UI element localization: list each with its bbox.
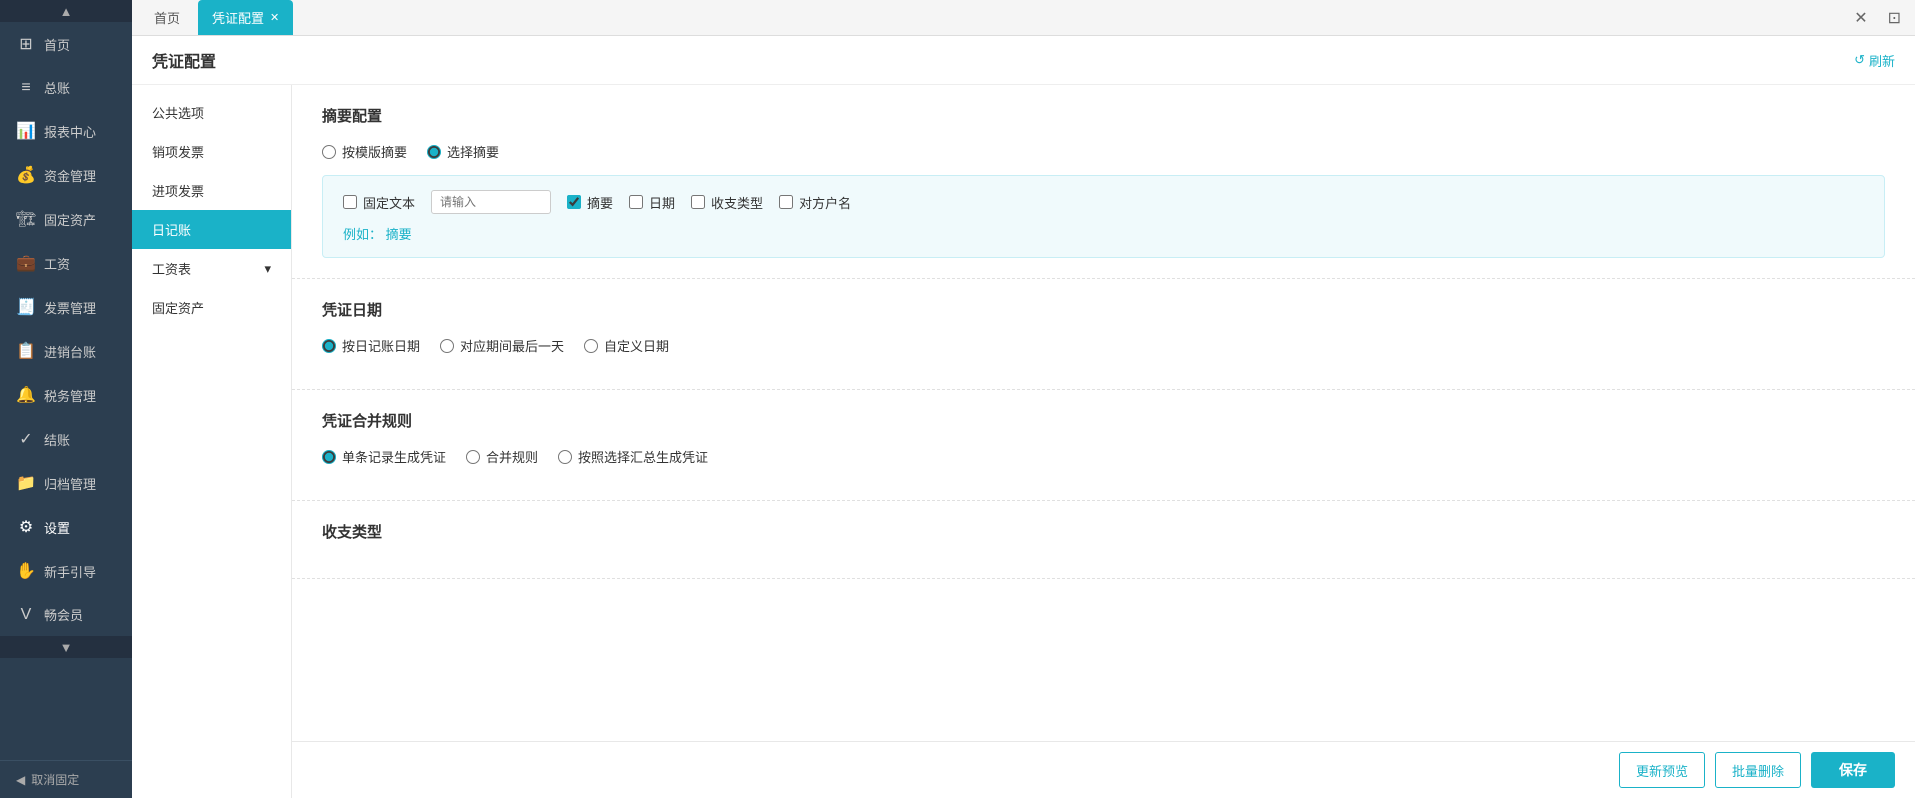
section-merge-rule: 凭证合并规则 单条记录生成凭证 合并规则 按照选择汇总生成凭证	[292, 390, 1915, 501]
left-nav-fixed-assets[interactable]: 固定资产	[132, 288, 291, 327]
section-income-expense: 收支类型	[292, 501, 1915, 579]
checkbox-counterpart-input[interactable]	[779, 195, 793, 209]
checkbox-counterpart[interactable]: 对方户名	[779, 193, 851, 212]
page-header: 凭证配置 ↺ 刷新	[132, 36, 1915, 85]
reports-icon: 📊	[16, 121, 36, 141]
sidebar-item-home[interactable]: ⊞ 首页	[0, 22, 132, 66]
settings-icon: ⚙	[16, 517, 36, 537]
sidebar-scroll-up[interactable]: ▲	[0, 0, 132, 22]
abstract-example: 例如： 摘要	[343, 224, 1864, 243]
checkbox-abstract-input[interactable]	[567, 195, 581, 209]
abstract-box: 固定文本 摘要 日期 收支类型	[322, 175, 1885, 258]
radio-by-diary-date-input[interactable]	[322, 339, 336, 353]
fixed-text-input[interactable]	[431, 190, 551, 214]
sidebar-item-salary[interactable]: 💼 工资	[0, 241, 132, 285]
window-restore-button[interactable]: ⊡	[1882, 6, 1907, 30]
home-icon: ⊞	[16, 34, 36, 54]
sidebar-item-archive[interactable]: 📁 归档管理	[0, 461, 132, 505]
radio-by-diary-date[interactable]: 按日记账日期	[322, 336, 420, 355]
funds-icon: 💰	[16, 165, 36, 185]
tax-icon: 🔔	[16, 385, 36, 405]
abstract-fields-row: 固定文本 摘要 日期 收支类型	[343, 190, 1864, 214]
invoice-icon: 🧾	[16, 297, 36, 317]
left-nav-sales-invoice[interactable]: 销项发票	[132, 132, 291, 171]
checkbox-fixed-text[interactable]: 固定文本	[343, 193, 415, 212]
main-area: 首页 凭证配置 ✕ ✕ ⊡ 凭证配置 ↺ 刷新 公共选项 销项发票 进	[132, 0, 1915, 798]
sidebar-item-assets[interactable]: 🏗 固定资产	[0, 197, 132, 241]
voucher-date-title: 凭证日期	[322, 299, 1885, 320]
left-nav: 公共选项 销项发票 进项发票 日记账 工资表 ▾ 固定资产	[132, 85, 292, 798]
radio-custom-date[interactable]: 自定义日期	[584, 336, 669, 355]
checkbox-income-type-input[interactable]	[691, 195, 705, 209]
radio-select[interactable]: 选择摘要	[427, 142, 499, 161]
sidebar-item-settings[interactable]: ⚙ 设置	[0, 505, 132, 549]
merge-rule-options: 单条记录生成凭证 合并规则 按照选择汇总生成凭证	[322, 447, 1885, 466]
archive-icon: 📁	[16, 473, 36, 493]
checkbox-fixed-text-input[interactable]	[343, 195, 357, 209]
left-nav-public[interactable]: 公共选项	[132, 93, 291, 132]
section-voucher-date: 凭证日期 按日记账日期 对应期间最后一天 自定义日期	[292, 279, 1915, 390]
left-nav-payroll[interactable]: 工资表 ▾	[132, 249, 291, 288]
tab-voucher-config[interactable]: 凭证配置 ✕	[198, 0, 293, 35]
section-abstract: 摘要配置 按模版摘要 选择摘要 固定文本	[292, 85, 1915, 279]
radio-template-input[interactable]	[322, 145, 336, 159]
radio-period-last-day-input[interactable]	[440, 339, 454, 353]
sidebar-item-closing[interactable]: ✓ 结账	[0, 417, 132, 461]
voucher-date-options: 按日记账日期 对应期间最后一天 自定义日期	[322, 336, 1885, 355]
sidebar-item-tax[interactable]: 🔔 税务管理	[0, 373, 132, 417]
ledger-icon: ≡	[16, 79, 36, 97]
sidebar-item-invoice[interactable]: 🧾 发票管理	[0, 285, 132, 329]
abstract-mode-row: 按模版摘要 选择摘要	[322, 142, 1885, 161]
radio-merge-rule[interactable]: 合并规则	[466, 447, 538, 466]
radio-select-input[interactable]	[427, 145, 441, 159]
checkbox-income-type[interactable]: 收支类型	[691, 193, 763, 212]
sidebar-item-ledger[interactable]: ≡ 总账	[0, 66, 132, 109]
pin-icon: ◀	[16, 773, 25, 787]
sidebar: ▲ ⊞ 首页 ≡ 总账 📊 报表中心 💰 资金管理 🏗 固定资产 💼 工资 🧾 …	[0, 0, 132, 798]
left-nav-purchase-invoice[interactable]: 进项发票	[132, 171, 291, 210]
checkbox-abstract[interactable]: 摘要	[567, 193, 613, 212]
radio-merge-rule-input[interactable]	[466, 450, 480, 464]
abstract-title: 摘要配置	[322, 105, 1885, 126]
radio-aggregate[interactable]: 按照选择汇总生成凭证	[558, 447, 708, 466]
radio-period-last-day[interactable]: 对应期间最后一天	[440, 336, 564, 355]
window-close-button[interactable]: ✕	[1848, 6, 1873, 30]
vip-icon: V	[16, 606, 36, 624]
income-expense-title: 收支类型	[322, 521, 1885, 542]
save-button[interactable]: 保存	[1811, 752, 1895, 788]
content-layout: 公共选项 销项发票 进项发票 日记账 工资表 ▾ 固定资产 摘要配置	[132, 85, 1915, 798]
refresh-icon: ↺	[1854, 52, 1865, 68]
right-content: 摘要配置 按模版摘要 选择摘要 固定文本	[292, 85, 1915, 798]
guide-icon: ✋	[16, 561, 36, 581]
merge-rule-title: 凭证合并规则	[322, 410, 1885, 431]
tab-bar: 首页 凭证配置 ✕ ✕ ⊡	[132, 0, 1915, 36]
closing-icon: ✓	[16, 429, 36, 449]
radio-aggregate-input[interactable]	[558, 450, 572, 464]
radio-custom-date-input[interactable]	[584, 339, 598, 353]
sidebar-item-guide[interactable]: ✋ 新手引导	[0, 549, 132, 593]
bottom-bar: 更新预览 批量删除 保存	[292, 741, 1915, 798]
refresh-button[interactable]: ↺ 刷新	[1854, 51, 1895, 70]
sidebar-scroll-down[interactable]: ▼	[0, 636, 132, 658]
sidebar-unpin[interactable]: ◀ 取消固定	[0, 760, 132, 798]
sidebar-item-vip[interactable]: V 畅会员	[0, 593, 132, 636]
page-title: 凭证配置	[152, 48, 216, 72]
left-nav-diary[interactable]: 日记账	[132, 210, 291, 249]
tab-home[interactable]: 首页	[140, 0, 194, 35]
radio-single-record-input[interactable]	[322, 450, 336, 464]
assets-icon: 🏗	[16, 209, 36, 229]
sidebar-item-reports[interactable]: 📊 报表中心	[0, 109, 132, 153]
checkbox-date-input[interactable]	[629, 195, 643, 209]
batch-delete-button[interactable]: 批量删除	[1715, 752, 1801, 788]
chevron-down-icon: ▾	[264, 261, 271, 277]
sidebar-item-funds[interactable]: 💰 资金管理	[0, 153, 132, 197]
checkbox-date[interactable]: 日期	[629, 193, 675, 212]
salary-icon: 💼	[16, 253, 36, 273]
radio-single-record[interactable]: 单条记录生成凭证	[322, 447, 446, 466]
sales-ledger-icon: 📋	[16, 341, 36, 361]
radio-template[interactable]: 按模版摘要	[322, 142, 407, 161]
update-preview-button[interactable]: 更新预览	[1619, 752, 1705, 788]
close-tab-icon[interactable]: ✕	[270, 11, 279, 24]
sidebar-item-sales-ledger[interactable]: 📋 进销台账	[0, 329, 132, 373]
